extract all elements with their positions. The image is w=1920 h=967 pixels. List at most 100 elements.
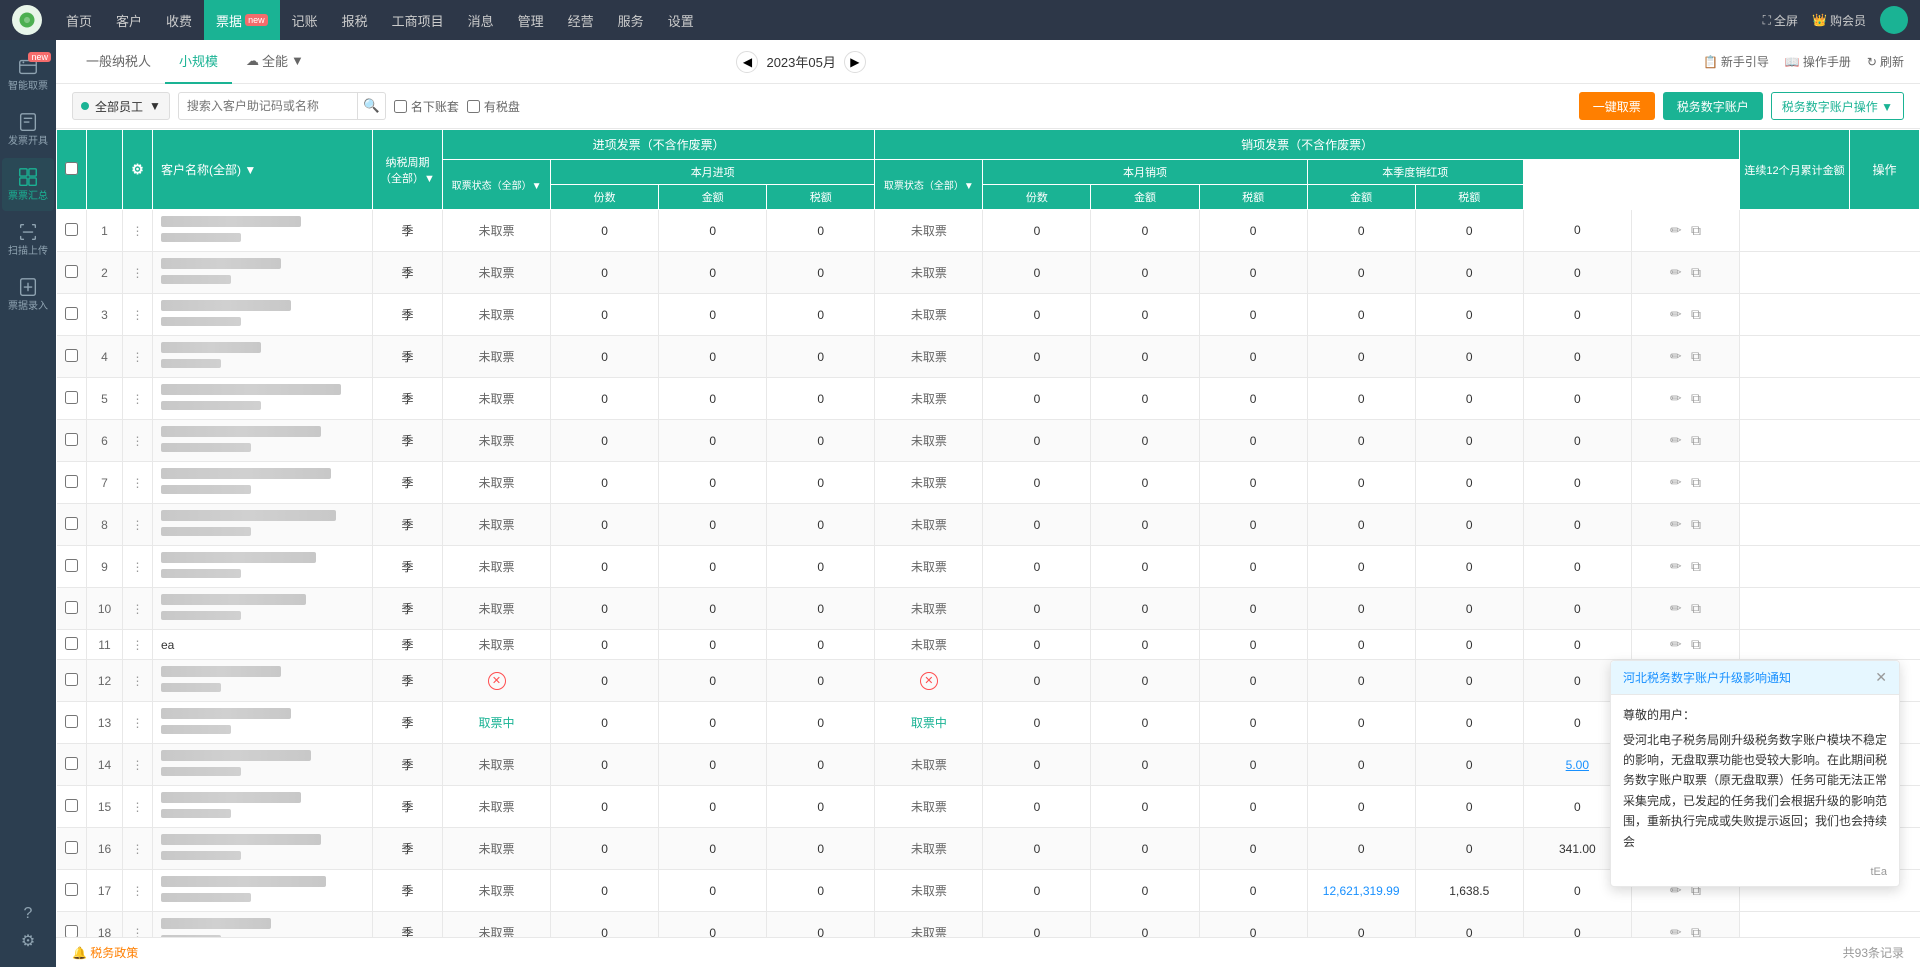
outgoing-status-cell[interactable]: 未取票: [875, 588, 983, 630]
nav-item-message[interactable]: 消息: [456, 0, 506, 40]
row-edit-btn[interactable]: ✏: [1670, 348, 1682, 364]
incoming-status-cell[interactable]: 未取票: [443, 336, 551, 378]
outgoing-status-cell[interactable]: 未取票: [875, 336, 983, 378]
row-settings-icon[interactable]: ⋮: [123, 252, 153, 294]
row-settings-icon[interactable]: ⋮: [123, 378, 153, 420]
row-copy-btn[interactable]: ⧉: [1691, 222, 1701, 238]
col-header-name[interactable]: 客户名称(全部) ▼: [153, 130, 373, 210]
sidebar-help-btn[interactable]: ?: [24, 905, 33, 923]
incoming-status-cell[interactable]: 未取票: [443, 462, 551, 504]
row-copy-btn[interactable]: ⧉: [1691, 924, 1701, 937]
incoming-status-cell[interactable]: 未取票: [443, 294, 551, 336]
sidebar-item-scan-upload[interactable]: 扫描上传: [2, 213, 54, 266]
row-settings-icon[interactable]: ⋮: [123, 660, 153, 702]
col-in-status[interactable]: 取票状态（全部）▼: [443, 160, 551, 210]
outgoing-status-cell[interactable]: 未取票: [875, 504, 983, 546]
date-next-btn[interactable]: ▶: [844, 51, 866, 73]
tax-disk-filter-checkbox[interactable]: 有税盘: [467, 98, 520, 115]
nav-item-operation[interactable]: 经营: [556, 0, 606, 40]
sidebar-item-ticket-summary[interactable]: 票票汇总: [2, 158, 54, 211]
row-edit-btn[interactable]: ✏: [1670, 474, 1682, 490]
row-settings-icon[interactable]: ⋮: [123, 828, 153, 870]
row-edit-btn[interactable]: ✏: [1670, 306, 1682, 322]
row-settings-icon[interactable]: ⋮: [123, 702, 153, 744]
incoming-status-cell[interactable]: 未取票: [443, 588, 551, 630]
outgoing-status-cell[interactable]: 未取票: [875, 786, 983, 828]
row-copy-btn[interactable]: ⧉: [1691, 264, 1701, 280]
row-edit-btn[interactable]: ✏: [1670, 222, 1682, 238]
row-edit-btn[interactable]: ✏: [1670, 600, 1682, 616]
nav-item-fee[interactable]: 收费: [154, 0, 204, 40]
outgoing-status-cell[interactable]: 未取票: [875, 630, 983, 660]
new-guide-btn[interactable]: 📋新手引导: [1703, 53, 1769, 70]
row-edit-btn[interactable]: ✏: [1670, 390, 1682, 406]
row-copy-btn[interactable]: ⧉: [1691, 474, 1701, 490]
incoming-status-cell[interactable]: 未取票: [443, 786, 551, 828]
tab-small-scale[interactable]: 小规模: [165, 40, 232, 84]
outgoing-status-cell[interactable]: 取票中: [875, 702, 983, 744]
nav-item-bookkeeping[interactable]: 记账: [280, 0, 330, 40]
incoming-status-cell[interactable]: 未取票: [443, 210, 551, 252]
nav-item-invoice[interactable]: 票据 new: [204, 0, 280, 40]
manual-btn[interactable]: 📖操作手册: [1785, 53, 1851, 70]
incoming-status-cell[interactable]: 未取票: [443, 828, 551, 870]
tax-policy-link[interactable]: 🔔 税务政策: [72, 944, 138, 961]
row-settings-icon[interactable]: ⋮: [123, 786, 153, 828]
row-settings-icon[interactable]: ⋮: [123, 588, 153, 630]
row-edit-btn[interactable]: ✏: [1670, 516, 1682, 532]
tab-general-taxpayer[interactable]: 一般纳税人: [72, 40, 165, 84]
row-copy-btn[interactable]: ⧉: [1691, 306, 1701, 322]
row-settings-icon[interactable]: ⋮: [123, 744, 153, 786]
nav-item-home[interactable]: 首页: [54, 0, 104, 40]
row-edit-btn[interactable]: ✏: [1670, 264, 1682, 280]
employee-filter[interactable]: 全部员工 ▼: [72, 92, 170, 120]
digital-account-ops-btn[interactable]: 税务数字账户操作 ▼: [1771, 92, 1904, 120]
select-all-checkbox[interactable]: [65, 162, 78, 175]
row-settings-icon[interactable]: ⋮: [123, 420, 153, 462]
incoming-status-cell[interactable]: 未取票: [443, 378, 551, 420]
nav-item-business[interactable]: 工商项目: [380, 0, 456, 40]
row-edit-btn[interactable]: ✏: [1670, 432, 1682, 448]
incoming-status-cell[interactable]: 未取票: [443, 744, 551, 786]
notification-close-btn[interactable]: ✕: [1875, 669, 1887, 686]
date-prev-btn[interactable]: ◀: [736, 51, 758, 73]
sidebar-settings-btn[interactable]: ⚙: [21, 931, 35, 951]
outgoing-status-cell[interactable]: 未取票: [875, 420, 983, 462]
incoming-status-cell[interactable]: 未取票: [443, 420, 551, 462]
row-copy-btn[interactable]: ⧉: [1691, 348, 1701, 364]
row-settings-icon[interactable]: ⋮: [123, 210, 153, 252]
row-settings-icon[interactable]: ⋮: [123, 630, 153, 660]
outgoing-status-cell[interactable]: 未取票: [875, 828, 983, 870]
outgoing-status-cell[interactable]: 未取票: [875, 744, 983, 786]
incoming-status-cell[interactable]: 未取票: [443, 630, 551, 660]
sidebar-item-invoice-open[interactable]: 发票开具: [2, 103, 54, 156]
incoming-status-cell[interactable]: 未取票: [443, 870, 551, 912]
row-settings-icon[interactable]: ⋮: [123, 504, 153, 546]
outgoing-status-cell[interactable]: 未取票: [875, 912, 983, 938]
outgoing-status-cell[interactable]: 未取票: [875, 546, 983, 588]
search-input[interactable]: [178, 92, 358, 120]
fullscreen-btn[interactable]: ⛶ 全屏: [1763, 12, 1798, 29]
outgoing-status-cell[interactable]: 未取票: [875, 252, 983, 294]
row-copy-btn[interactable]: ⧉: [1691, 432, 1701, 448]
one-click-fetch-btn[interactable]: 一键取票: [1579, 92, 1655, 120]
row-copy-btn[interactable]: ⧉: [1691, 636, 1701, 652]
incoming-status-cell[interactable]: 未取票: [443, 504, 551, 546]
incoming-status-cell[interactable]: 取票中: [443, 702, 551, 744]
member-btn[interactable]: 👑 购会员: [1812, 12, 1866, 29]
incoming-status-cell[interactable]: 未取票: [443, 252, 551, 294]
outgoing-status-cell[interactable]: 未取票: [875, 378, 983, 420]
nav-item-settings[interactable]: 设置: [656, 0, 706, 40]
tab-all-capable[interactable]: ☁全能 ▼: [232, 40, 318, 84]
row-settings-icon[interactable]: ⋮: [123, 294, 153, 336]
incoming-status-cell[interactable]: 未取票: [443, 546, 551, 588]
digital-account-btn[interactable]: 税务数字账户: [1663, 92, 1763, 120]
sidebar-item-ticket-entry[interactable]: 票据录入: [2, 268, 54, 321]
ledger-filter-checkbox[interactable]: 名下账套: [394, 98, 459, 115]
nav-item-manage[interactable]: 管理: [506, 0, 556, 40]
nav-item-service[interactable]: 服务: [606, 0, 656, 40]
incoming-status-cell[interactable]: ✕: [443, 660, 551, 702]
outgoing-status-cell[interactable]: 未取票: [875, 870, 983, 912]
outgoing-status-cell[interactable]: 未取票: [875, 462, 983, 504]
row-settings-icon[interactable]: ⋮: [123, 336, 153, 378]
